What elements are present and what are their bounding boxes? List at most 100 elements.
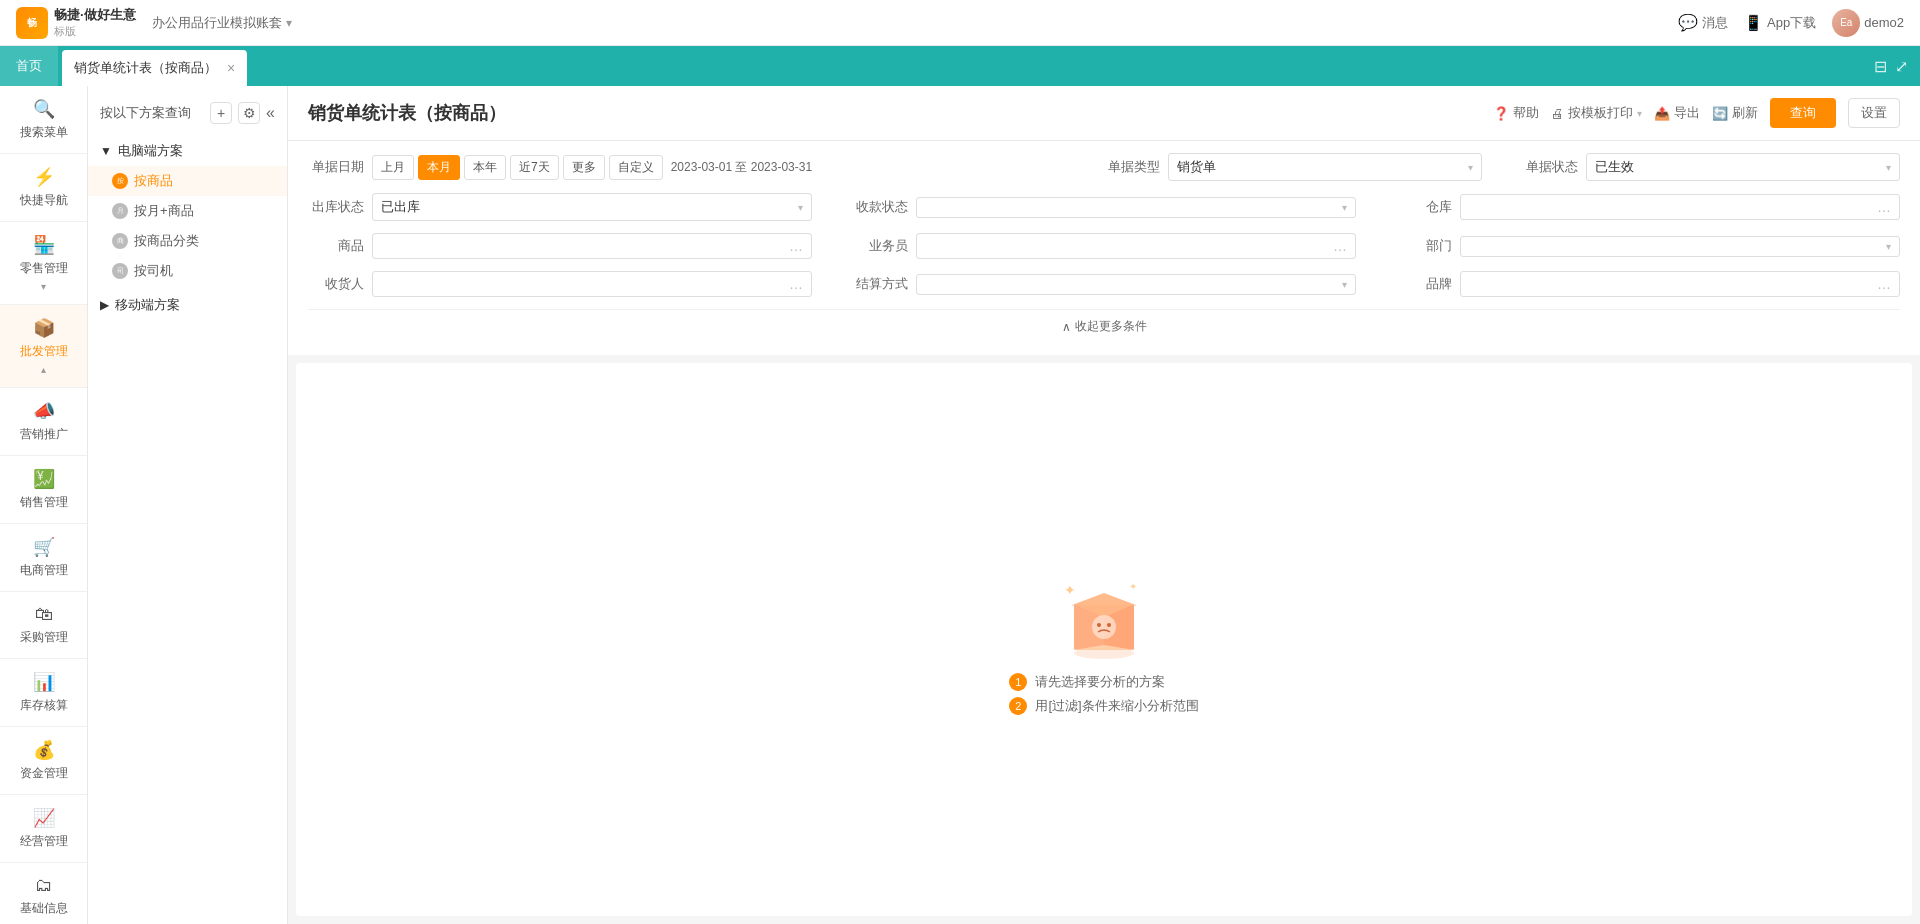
dept-chevron: [1886, 241, 1891, 252]
sidebar-item-sales[interactable]: 💹 销售管理: [0, 456, 87, 524]
sidebar-item-finance[interactable]: 💰 资金管理: [0, 727, 87, 795]
svg-point-4: [1107, 623, 1111, 627]
product-input[interactable]: …: [372, 233, 812, 259]
dept-select[interactable]: [1460, 236, 1900, 257]
page-title: 销货单统计表（按商品）: [308, 101, 506, 125]
filter-row-4: 收货人 … 结算方式: [308, 271, 1900, 297]
refresh-icon: 🔄: [1712, 106, 1728, 121]
empty-hint-1: 1 请先选择要分析的方案: [1009, 673, 1198, 691]
finance-icon: 💰: [33, 739, 55, 761]
tab-active[interactable]: 销货单统计表（按商品） ×: [62, 50, 247, 86]
sidebar-item-wholesale[interactable]: 📦 批发管理 ▴: [0, 305, 87, 388]
sidebar-item-marketing[interactable]: 📣 营销推广: [0, 388, 87, 456]
app-download-button[interactable]: 📱 App下载: [1744, 14, 1816, 32]
left-panel: 按以下方案查询 + ⚙ « ▼ 电脑端方案: [88, 86, 288, 924]
tree-item-by-category[interactable]: 商 按商品分类: [88, 226, 287, 256]
user-menu[interactable]: Ea demo2: [1832, 9, 1904, 37]
minimize-icon: ⊟: [1874, 57, 1887, 76]
date-btn-7days[interactable]: 近7天: [510, 155, 559, 180]
settings-scheme-button[interactable]: ⚙: [238, 102, 260, 124]
warehouse-dots-icon[interactable]: …: [1877, 199, 1891, 215]
date-btn-more[interactable]: 更多: [563, 155, 605, 180]
staff-dots-icon[interactable]: …: [1333, 238, 1347, 254]
date-btn-this-year[interactable]: 本年: [464, 155, 506, 180]
panel-actions: + ⚙ «: [210, 102, 275, 124]
product-dots-icon[interactable]: …: [789, 238, 803, 254]
warehouse-input[interactable]: …: [1460, 194, 1900, 220]
avatar: Ea: [1832, 9, 1860, 37]
filter-area: 单据日期 上月 本月 本年 近7天 更多 自定义 2023-03-01 至 20…: [288, 141, 1920, 355]
top-nav-right: 💬 消息 📱 App下载 Ea demo2: [1678, 9, 1904, 37]
brand-input[interactable]: …: [1460, 271, 1900, 297]
filter-row-3: 商品 … 业务员 …: [308, 233, 1900, 259]
tab-expand[interactable]: ⊟ ⤢: [1862, 46, 1920, 86]
logo-icon: 畅: [16, 7, 48, 39]
sidebar-item-base[interactable]: 🗂 基础信息: [0, 863, 87, 924]
quick-nav-icon: ⚡: [33, 166, 55, 188]
refresh-button[interactable]: 🔄 刷新: [1712, 104, 1758, 122]
collapse-up-icon: ∧: [1062, 320, 1071, 334]
help-button[interactable]: ❓ 帮助: [1493, 104, 1539, 122]
svg-text:✦: ✦: [1064, 582, 1076, 598]
tab-home[interactable]: 首页: [0, 46, 58, 86]
receiver-input[interactable]: …: [372, 271, 812, 297]
industry-selector[interactable]: 办公用品行业模拟账套 ▾: [144, 10, 300, 36]
print-dropdown-icon: ▾: [1637, 108, 1642, 119]
sidebar-item-purchase[interactable]: 🛍 采购管理: [0, 592, 87, 659]
wholesale-icon: 📦: [33, 317, 55, 339]
filter-staff: 业务员 …: [852, 233, 1356, 259]
sidebar-item-quick[interactable]: ⚡ 快捷导航: [0, 154, 87, 222]
sidebar-item-ecommerce[interactable]: 🛒 电商管理: [0, 524, 87, 592]
svg-point-2: [1092, 615, 1116, 639]
search-icon: 🔍: [33, 98, 55, 120]
collapse-more-filters[interactable]: ∧ 收起更多条件: [308, 309, 1900, 343]
collapse-panel-button[interactable]: «: [266, 104, 275, 122]
settings-button[interactable]: 设置: [1848, 98, 1900, 128]
staff-input[interactable]: …: [916, 233, 1356, 259]
query-button[interactable]: 查询: [1770, 98, 1836, 128]
warehouse-out-select[interactable]: 已出库: [372, 193, 812, 221]
logo-text: 畅捷·做好生意 标版: [54, 7, 136, 38]
doc-type-select[interactable]: 销货单: [1168, 153, 1482, 181]
panel-header: 按以下方案查询 + ⚙ «: [88, 94, 287, 132]
message-icon: 💬: [1678, 13, 1698, 32]
print-icon: 🖨: [1551, 106, 1564, 121]
empty-svg: ✦ ✦: [1054, 565, 1154, 665]
tree-desktop-section[interactable]: ▼ 电脑端方案: [88, 136, 287, 166]
export-button[interactable]: 📤 导出: [1654, 104, 1700, 122]
retail-icon: 🏪: [33, 234, 55, 256]
tree-mobile-section[interactable]: ▶ 移动端方案: [88, 290, 287, 320]
filter-warehouse-out: 出库状态 已出库: [308, 193, 812, 221]
payment-status-select[interactable]: [916, 197, 1356, 218]
receiver-dots-icon[interactable]: …: [789, 276, 803, 292]
date-btn-custom[interactable]: 自定义: [609, 155, 663, 180]
add-scheme-button[interactable]: +: [210, 102, 232, 124]
payment-chevron: [1342, 202, 1347, 213]
message-button[interactable]: 💬 消息: [1678, 13, 1728, 32]
doc-status-select[interactable]: 已生效: [1586, 153, 1900, 181]
date-btn-this-month[interactable]: 本月: [418, 155, 460, 180]
sidebar-item-inventory[interactable]: 📊 库存核算: [0, 659, 87, 727]
tree-item-by-product[interactable]: 按 按商品: [88, 166, 287, 196]
sidebar-item-search[interactable]: 🔍 搜索菜单: [0, 86, 87, 154]
help-icon: ❓: [1493, 106, 1509, 121]
template-print-button[interactable]: 🖨 按模板打印 ▾: [1551, 104, 1642, 122]
sidebar-item-retail[interactable]: 🏪 零售管理 ▾: [0, 222, 87, 305]
brand-dots-icon[interactable]: …: [1877, 276, 1891, 292]
tab-close-icon[interactable]: ×: [227, 60, 235, 76]
filter-brand: 品牌 …: [1396, 271, 1900, 297]
filter-payment-method: 结算方式: [852, 274, 1356, 295]
filter-doc-status: 单据状态 已生效: [1522, 153, 1900, 181]
tab-bar: 首页 销货单统计表（按商品） × ⊟ ⤢: [0, 46, 1920, 86]
mobile-arrow-icon: ▶: [100, 298, 109, 312]
expand-icon: ⤢: [1895, 57, 1908, 76]
payment-method-select[interactable]: [916, 274, 1356, 295]
content-area: 按以下方案查询 + ⚙ « ▼ 电脑端方案: [88, 86, 1920, 924]
tree-item-by-unit[interactable]: 司 按司机: [88, 256, 287, 286]
date-btn-last-month[interactable]: 上月: [372, 155, 414, 180]
tree-item-by-month-product[interactable]: 月 按月+商品: [88, 196, 287, 226]
marketing-icon: 📣: [33, 400, 55, 422]
tree-section: ▼ 电脑端方案 按 按商品 月 按月+商品 商 按商品分类 司 按司机: [88, 132, 287, 290]
filter-row-2: 出库状态 已出库 收款状态: [308, 193, 1900, 221]
sidebar-item-operation[interactable]: 📈 经营管理: [0, 795, 87, 863]
